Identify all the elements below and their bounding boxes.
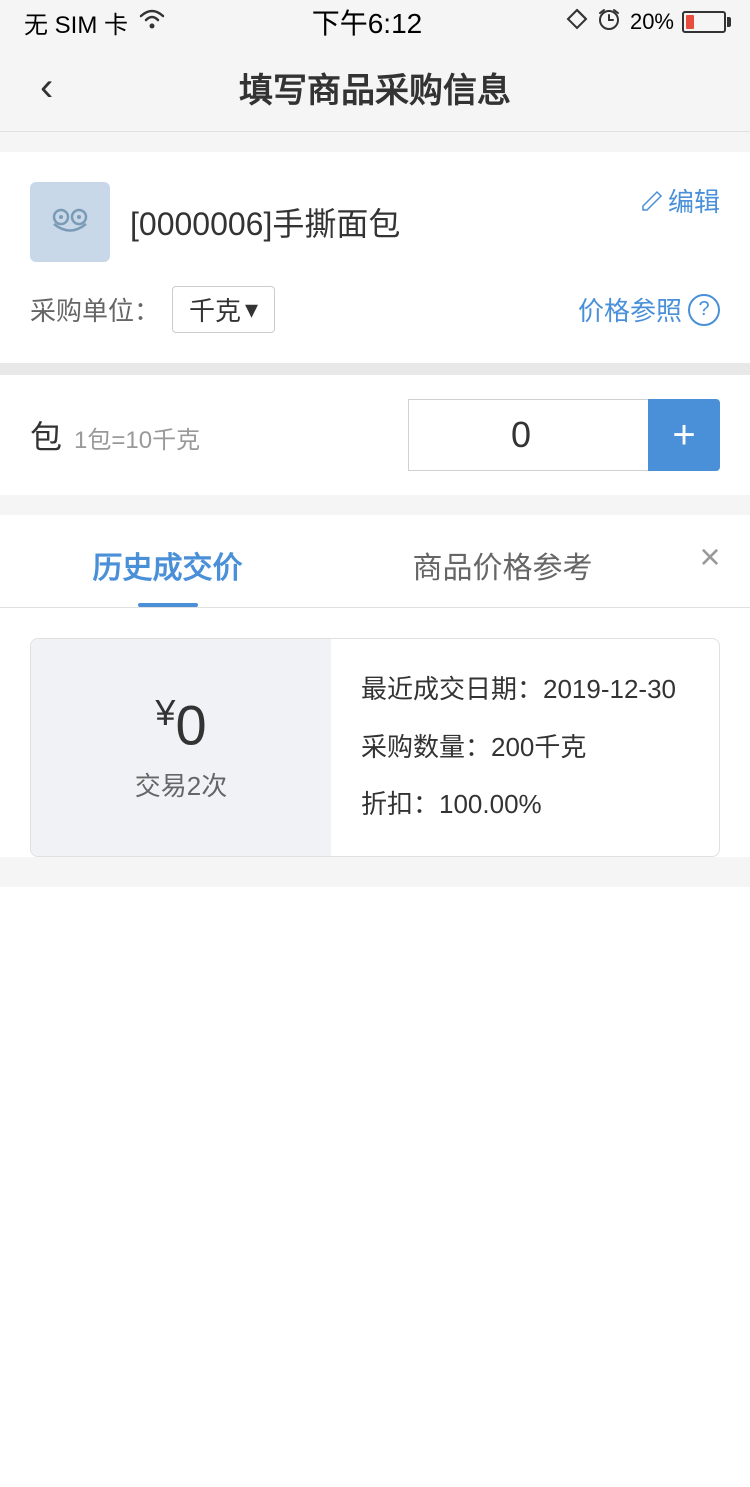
- transaction-detail-date: 最近成交日期：2019-12-30: [361, 669, 689, 711]
- unit-selector[interactable]: 千克 ▾: [172, 286, 275, 333]
- detail-date-label: 最近成交日期：: [361, 674, 543, 704]
- nav-bar: ‹ 填写商品采购信息: [0, 44, 750, 132]
- tab-history-price-label: 历史成交价: [93, 552, 243, 585]
- purchase-unit-label: 采购单位：: [30, 291, 160, 328]
- product-thumbnail: [30, 182, 110, 262]
- tabs-header: 历史成交价 商品价格参考 ×: [0, 515, 750, 608]
- edit-button[interactable]: 编辑: [640, 182, 720, 219]
- transaction-left: ¥0 交易2次: [31, 639, 331, 856]
- detail-discount-label: 折扣：: [361, 789, 439, 819]
- meta-left: 采购单位： 千克 ▾: [30, 286, 275, 333]
- product-card: [0000006]手撕面包 编辑 采购单位： 千克 ▾ 价格参照 ?: [0, 152, 750, 363]
- tabs-section: 历史成交价 商品价格参考 × ¥0 交易2次 最近成交日期：2019-12-30…: [0, 515, 750, 857]
- transaction-detail-discount: 折扣：100.00%: [361, 784, 689, 826]
- battery-percent: 20%: [630, 9, 674, 35]
- back-button[interactable]: ‹: [30, 55, 63, 120]
- status-left: 无 SIM 卡: [24, 5, 168, 40]
- wifi-icon: [136, 7, 168, 38]
- tab-product-price-ref[interactable]: 商品价格参考: [335, 515, 670, 607]
- battery-icon: [682, 11, 726, 33]
- price-ref-help-icon: ?: [688, 294, 720, 326]
- alarm-icon: [596, 6, 622, 38]
- price-value: 0: [175, 694, 206, 757]
- transaction-detail-qty: 采购数量：200千克: [361, 727, 689, 769]
- detail-discount-value: 100.00%: [439, 789, 542, 819]
- bottom-space: [0, 887, 750, 1487]
- transaction-right: 最近成交日期：2019-12-30 采购数量：200千克 折扣：100.00%: [331, 639, 719, 856]
- product-left: [0000006]手撕面包: [30, 182, 400, 262]
- section-divider: [0, 363, 750, 375]
- detail-qty-label: 采购数量：: [361, 732, 491, 762]
- product-meta: 采购单位： 千克 ▾ 价格参照 ?: [30, 286, 720, 333]
- tabs-close-button[interactable]: ×: [670, 536, 750, 586]
- quantity-input[interactable]: [408, 399, 648, 471]
- quantity-plus-button[interactable]: +: [648, 399, 720, 471]
- price-ref-button[interactable]: 价格参照 ?: [578, 291, 720, 328]
- quantity-unit: 包: [30, 412, 62, 458]
- tab-history-price[interactable]: 历史成交价: [0, 515, 335, 607]
- status-time: 下午6:12: [312, 2, 423, 42]
- detail-qty-value: 200千克: [491, 732, 586, 762]
- edit-label: 编辑: [668, 182, 720, 219]
- close-icon: ×: [699, 536, 720, 578]
- status-bar: 无 SIM 卡 下午6:12 20: [0, 0, 750, 44]
- status-right: 20%: [566, 6, 726, 38]
- transaction-count: 交易2次: [135, 766, 227, 803]
- tab-product-price-ref-label: 商品价格参考: [413, 552, 593, 585]
- currency-symbol: ¥: [155, 692, 175, 733]
- quantity-row: 包 1包=10千克 +: [0, 375, 750, 495]
- price-ref-label: 价格参照: [578, 291, 682, 328]
- dropdown-icon: ▾: [245, 294, 258, 325]
- transaction-card: ¥0 交易2次 最近成交日期：2019-12-30 采购数量：200千克 折扣：…: [30, 638, 720, 857]
- quantity-input-group: +: [408, 399, 720, 471]
- detail-date-value: 2019-12-30: [543, 674, 676, 704]
- carrier-label: 无 SIM 卡: [24, 5, 128, 40]
- product-name: [0000006]手撕面包: [130, 199, 400, 245]
- page-title: 填写商品采购信息: [239, 63, 511, 112]
- quantity-ratio: 1包=10千克: [74, 420, 200, 455]
- quantity-label: 包 1包=10千克: [30, 412, 200, 458]
- unit-value: 千克: [189, 291, 241, 328]
- location-icon: [566, 8, 588, 36]
- transaction-price: ¥0: [155, 692, 206, 758]
- product-header: [0000006]手撕面包 编辑: [30, 182, 720, 262]
